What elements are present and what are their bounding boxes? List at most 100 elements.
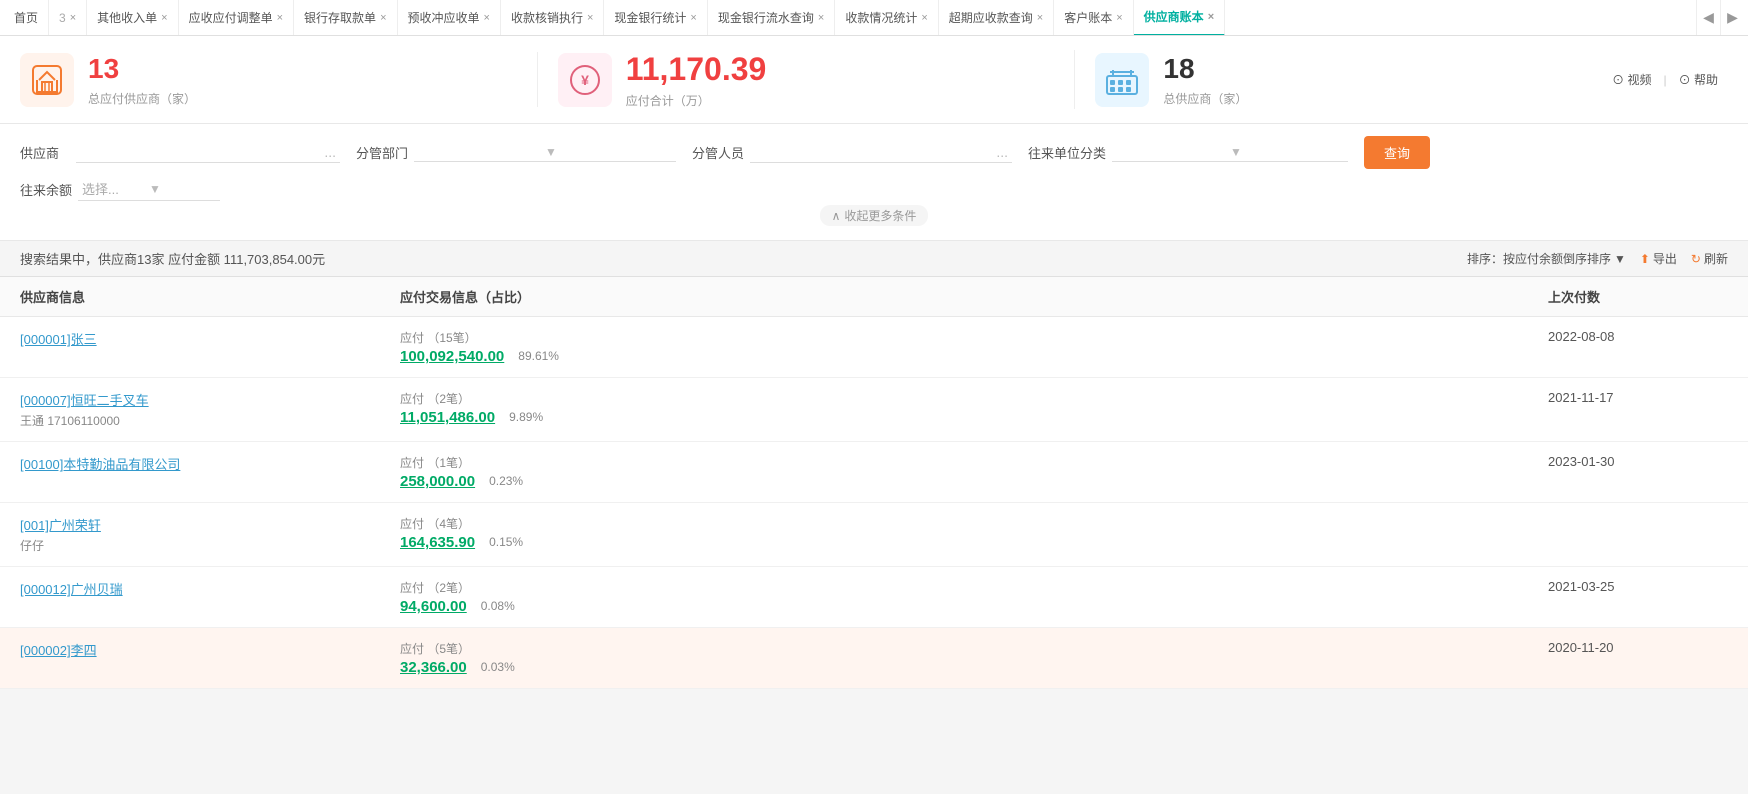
summary-bar: 13 总应付供应商（家） ¥ 11,170.39 应付合计（万） bbox=[0, 36, 1748, 124]
collapse-button[interactable]: ∧ 收起更多条件 bbox=[820, 205, 929, 226]
nav-tab-cash-bank-query[interactable]: 现金银行流水查询 × bbox=[708, 0, 835, 36]
query-button[interactable]: 查询 bbox=[1364, 136, 1430, 169]
supplier-sub-3: 仔仔 bbox=[20, 537, 400, 554]
video-link[interactable]: ⊙ 视频 bbox=[1612, 71, 1651, 88]
transaction-cell-3: 应付 （4笔） 164,635.90 0.15% bbox=[400, 515, 1548, 551]
transaction-amount-1[interactable]: 11,051,486.00 bbox=[400, 409, 495, 426]
close-tab-supplier-ledger[interactable]: × bbox=[1208, 11, 1214, 23]
transaction-amount-0[interactable]: 100,092,540.00 bbox=[400, 348, 504, 365]
transaction-label-2: 应付 （1笔） bbox=[400, 454, 470, 471]
supplier-cell-3: [001]广州荣轩 仔仔 bbox=[20, 515, 400, 554]
dept-dropdown-icon[interactable]: ▼ bbox=[545, 145, 672, 159]
nav-tab-other-income[interactable]: 其他收入单 × bbox=[87, 0, 178, 36]
close-tab-receipt-verify[interactable]: × bbox=[587, 12, 593, 24]
nav-tab-prepaid-ar[interactable]: 预收冲应收单 × bbox=[398, 0, 501, 36]
last-pay-date-0: 2022-08-08 bbox=[1548, 329, 1615, 344]
collapse-row: ∧ 收起更多条件 bbox=[20, 201, 1728, 232]
transaction-label-0: 应付 （15笔） bbox=[400, 329, 477, 346]
close-tab-prepaid-ar[interactable]: × bbox=[484, 12, 490, 24]
video-circle-icon: ⊙ bbox=[1612, 73, 1624, 87]
supplier-cell-1: [000007]恒旺二手叉车 王通 17106110000 bbox=[20, 390, 400, 429]
header-transaction: 应付交易信息（占比） bbox=[400, 287, 1548, 306]
export-button[interactable]: ⬆ 导出 bbox=[1640, 250, 1677, 267]
transaction-cell-4: 应付 （2笔） 94,600.00 0.08% bbox=[400, 579, 1548, 615]
nav-prev-arrow[interactable]: ◀ bbox=[1696, 0, 1720, 36]
balance-label: 往来余额 bbox=[20, 180, 72, 199]
supplier-dots-icon[interactable]: ... bbox=[324, 144, 336, 160]
transaction-label-3: 应付 （4笔） bbox=[400, 515, 470, 532]
transaction-amount-2[interactable]: 258,000.00 bbox=[400, 473, 475, 490]
nav-tab-receipt-verify[interactable]: 收款核销执行 × bbox=[501, 0, 604, 36]
filter-person: 分管人员 ... bbox=[692, 142, 1012, 163]
supplier-table: 供应商信息 应付交易信息（占比） 上次付数 [000001]张三 应付 （15笔… bbox=[0, 277, 1748, 689]
top-navigation: 首页 3 × 其他收入单 × 应收应付调整单 × 银行存取款单 × 预收冲应收单… bbox=[0, 0, 1748, 36]
close-tab-cash-bank-query[interactable]: × bbox=[818, 12, 824, 24]
close-tab-receipt-stat[interactable]: × bbox=[921, 12, 927, 24]
header-supplier: 供应商信息 bbox=[20, 287, 400, 306]
supplier-input-box[interactable]: ... bbox=[76, 142, 340, 163]
balance-select-box[interactable]: 选择... ▼ bbox=[78, 177, 220, 201]
last-pay-cell-0: 2022-08-08 bbox=[1548, 329, 1728, 344]
person-input-box[interactable]: ... bbox=[750, 142, 1012, 163]
supplier-link-1[interactable]: [000007]恒旺二手叉车 bbox=[20, 393, 149, 408]
balance-dropdown-icon[interactable]: ▼ bbox=[149, 182, 216, 196]
nav-tab-bank-deposit[interactable]: 银行存取款单 × bbox=[294, 0, 397, 36]
dept-label: 分管部门 bbox=[356, 143, 408, 162]
close-tab-3[interactable]: × bbox=[70, 12, 76, 24]
transaction-pct-3: 0.15% bbox=[489, 535, 523, 549]
results-bar: 搜索结果中，供应商13家 应付金额 111,703,854.00元 排序：按应付… bbox=[0, 241, 1748, 277]
close-tab-bank-deposit[interactable]: × bbox=[380, 12, 386, 24]
supplier-link-2[interactable]: [00100]本特勤油品有限公司 bbox=[20, 457, 180, 472]
supplier-label: 供应商 bbox=[20, 143, 70, 162]
person-dots-icon[interactable]: ... bbox=[996, 144, 1008, 160]
table-body: [000001]张三 应付 （15笔） 100,092,540.00 89.61… bbox=[0, 317, 1748, 689]
last-pay-cell-5: 2020-11-20 bbox=[1548, 640, 1728, 655]
balance-value: 选择... bbox=[82, 179, 149, 198]
transaction-amount-3[interactable]: 164,635.90 bbox=[400, 534, 475, 551]
card-info-total-suppliers: 18 总供应商（家） bbox=[1163, 52, 1592, 107]
supplier-sub-1: 王通 17106110000 bbox=[20, 412, 400, 429]
nav-next-arrow[interactable]: ▶ bbox=[1720, 0, 1744, 36]
help-link[interactable]: ⊙ 帮助 bbox=[1679, 71, 1718, 88]
close-tab-other-income[interactable]: × bbox=[161, 12, 167, 24]
close-tab-customer-ledger[interactable]: × bbox=[1116, 12, 1122, 24]
total-suppliers-icon bbox=[1095, 53, 1149, 107]
card-info-payable-total: 11,170.39 应付合计（万） bbox=[626, 50, 1055, 109]
nav-tab-supplier-ledger[interactable]: 供应商账本 × bbox=[1134, 0, 1225, 36]
supplier-link-4[interactable]: [000012]广州贝瑞 bbox=[20, 582, 123, 597]
filter-balance: 往来余额 选择... ▼ bbox=[20, 177, 220, 201]
category-select-box[interactable]: ▼ bbox=[1112, 143, 1348, 162]
nav-tab-home[interactable]: 首页 bbox=[4, 0, 49, 36]
person-input[interactable] bbox=[754, 145, 996, 160]
transaction-cell-1: 应付 （2笔） 11,051,486.00 9.89% bbox=[400, 390, 1548, 426]
nav-tab-ar-ap-adjust[interactable]: 应收应付调整单 × bbox=[179, 0, 294, 36]
transaction-pct-2: 0.23% bbox=[489, 474, 523, 488]
transaction-cell-5: 应付 （5笔） 32,366.00 0.03% bbox=[400, 640, 1548, 676]
supplier-link-0[interactable]: [000001]张三 bbox=[20, 332, 97, 347]
filter-category: 往来单位分类 ▼ bbox=[1028, 143, 1348, 162]
close-tab-ar-ap-adjust[interactable]: × bbox=[277, 12, 283, 24]
filter-area: 供应商 ... 分管部门 ▼ 分管人员 ... 往来单位分类 bbox=[0, 124, 1748, 241]
supplier-input[interactable] bbox=[80, 145, 324, 160]
supplier-link-5[interactable]: [000002]李四 bbox=[20, 643, 97, 658]
transaction-amount-4[interactable]: 94,600.00 bbox=[400, 598, 467, 615]
supplier-link-3[interactable]: [001]广州荣轩 bbox=[20, 518, 101, 533]
payable-suppliers-label: 总应付供应商（家） bbox=[88, 90, 517, 107]
dept-select-box[interactable]: ▼ bbox=[414, 143, 676, 162]
close-tab-cash-bank-stat[interactable]: × bbox=[690, 12, 696, 24]
last-pay-cell-1: 2021-11-17 bbox=[1548, 390, 1728, 405]
category-dropdown-icon[interactable]: ▼ bbox=[1230, 145, 1344, 159]
nav-tab-receipt-stat[interactable]: 收款情况统计 × bbox=[835, 0, 938, 36]
refresh-button[interactable]: ↻ 刷新 bbox=[1691, 250, 1728, 267]
nav-tab-customer-ledger[interactable]: 客户账本 × bbox=[1054, 0, 1133, 36]
nav-tab-3[interactable]: 3 × bbox=[49, 0, 87, 36]
nav-tab-overdue-ar[interactable]: 超期应收款查询 × bbox=[939, 0, 1054, 36]
transaction-amount-5[interactable]: 32,366.00 bbox=[400, 659, 467, 676]
payable-total-number: 11,170.39 bbox=[626, 50, 1055, 88]
svg-text:¥: ¥ bbox=[581, 72, 589, 88]
close-tab-overdue-ar[interactable]: × bbox=[1037, 12, 1043, 24]
collapse-up-icon: ∧ bbox=[832, 209, 841, 223]
nav-tab-cash-bank-stat[interactable]: 现金银行统计 × bbox=[604, 0, 707, 36]
suppliers-icon bbox=[20, 53, 74, 107]
sort-button[interactable]: 排序：按应付余额倒序排序 ▼ bbox=[1467, 250, 1626, 267]
